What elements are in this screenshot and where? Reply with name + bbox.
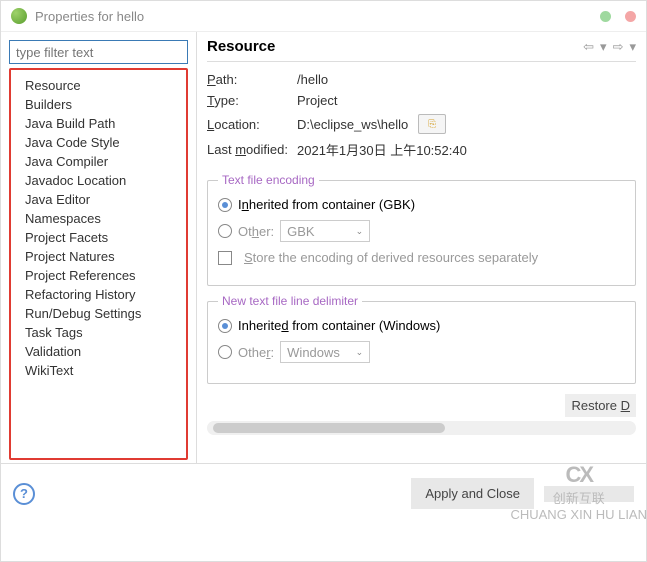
show-in-explorer-button[interactable]: ⎘ (418, 114, 446, 134)
category-tree: Resource Builders Java Build Path Java C… (9, 68, 188, 460)
tree-item[interactable]: Java Editor (15, 190, 182, 209)
sidebar: Resource Builders Java Build Path Java C… (1, 32, 196, 463)
tree-item[interactable]: Namespaces (15, 209, 182, 228)
location-value: D:\eclipse_ws\hello (297, 117, 408, 132)
path-label: Path: (207, 72, 297, 87)
tree-item[interactable]: Validation (15, 342, 182, 361)
content-header: Resource ⇦ ▾ ⇨ ▾ (207, 38, 636, 62)
titlebar: Properties for hello (1, 1, 646, 31)
encoding-select-value: GBK (287, 224, 314, 239)
tree-item[interactable]: Java Code Style (15, 133, 182, 152)
path-value: /hello (297, 72, 328, 87)
forward-menu-icon[interactable]: ▾ (629, 39, 636, 55)
content-pane: Resource ⇦ ▾ ⇨ ▾ Path:/hello Type:Project … (196, 32, 646, 463)
encoding-legend: Text file encoding (218, 173, 319, 187)
minimize-dot[interactable] (600, 11, 611, 22)
close-dot[interactable] (625, 11, 636, 22)
back-icon[interactable]: ⇦ (583, 39, 594, 55)
tree-item[interactable]: Java Build Path (15, 114, 182, 133)
encoding-inherited-radio[interactable] (218, 198, 232, 212)
info-section: Path:/hello Type:Project Location:D:\ecl… (207, 62, 636, 165)
back-menu-icon[interactable]: ▾ (600, 39, 607, 55)
delimiter-inherited-label: Inherited from container (Windows) (238, 318, 440, 333)
help-icon[interactable]: ? (13, 483, 35, 505)
window-controls (600, 11, 636, 22)
restore-defaults-button[interactable]: Restore D (565, 394, 636, 417)
delimiter-other-radio[interactable] (218, 345, 232, 359)
filter-input[interactable] (9, 40, 188, 64)
encoding-group: Text file encoding Inherited from contai… (207, 173, 636, 286)
encoding-inherited-label: Inherited from container (GBK) (238, 197, 415, 212)
cancel-button[interactable] (544, 486, 634, 502)
type-label: Type: (207, 93, 297, 108)
tree-item[interactable]: Project Natures (15, 247, 182, 266)
tree-item[interactable]: Project References (15, 266, 182, 285)
tree-item[interactable]: Resource (15, 76, 182, 95)
scrollbar-thumb[interactable] (213, 423, 445, 433)
chevron-down-icon: ⌄ (356, 226, 364, 237)
location-label: Location: (207, 117, 297, 132)
encoding-other-label: Other: (238, 224, 274, 239)
tree-item[interactable]: Builders (15, 95, 182, 114)
delimiter-inherited-radio[interactable] (218, 319, 232, 333)
type-value: Project (297, 93, 337, 108)
store-encoding-checkbox[interactable] (218, 251, 232, 265)
chevron-down-icon: ⌄ (356, 347, 364, 358)
delimiter-group: New text file line delimiter Inherited f… (207, 294, 636, 384)
window-title: Properties for hello (35, 9, 144, 24)
store-encoding-label: Store the encoding of derived resources … (244, 250, 538, 265)
delimiter-other-label: Other: (238, 345, 274, 360)
delimiter-select[interactable]: Windows ⌄ (280, 341, 370, 363)
encoding-select[interactable]: GBK ⌄ (280, 220, 370, 242)
tree-item[interactable]: Task Tags (15, 323, 182, 342)
tree-item[interactable]: Javadoc Location (15, 171, 182, 190)
horizontal-scrollbar[interactable] (207, 421, 636, 435)
forward-icon[interactable]: ⇨ (613, 39, 624, 55)
encoding-other-radio[interactable] (218, 224, 232, 238)
tree-item[interactable]: Java Compiler (15, 152, 182, 171)
delimiter-legend: New text file line delimiter (218, 294, 362, 308)
tree-item[interactable]: Refactoring History (15, 285, 182, 304)
modified-label: Last modified: (207, 142, 297, 157)
modified-value: 2021年1月30日 上午10:52:40 (297, 140, 467, 159)
app-icon (11, 8, 27, 24)
footer: ? Apply and Close (1, 463, 646, 523)
main-area: Resource Builders Java Build Path Java C… (1, 31, 646, 463)
page-title: Resource (207, 38, 275, 55)
tree-item[interactable]: WikiText (15, 361, 182, 380)
delimiter-select-value: Windows (287, 345, 340, 360)
restore-row: Restore D (207, 384, 636, 421)
apply-and-close-button[interactable]: Apply and Close (411, 478, 534, 509)
tree-item[interactable]: Run/Debug Settings (15, 304, 182, 323)
tree-item[interactable]: Project Facets (15, 228, 182, 247)
header-actions: ⇦ ▾ ⇨ ▾ (583, 39, 636, 55)
